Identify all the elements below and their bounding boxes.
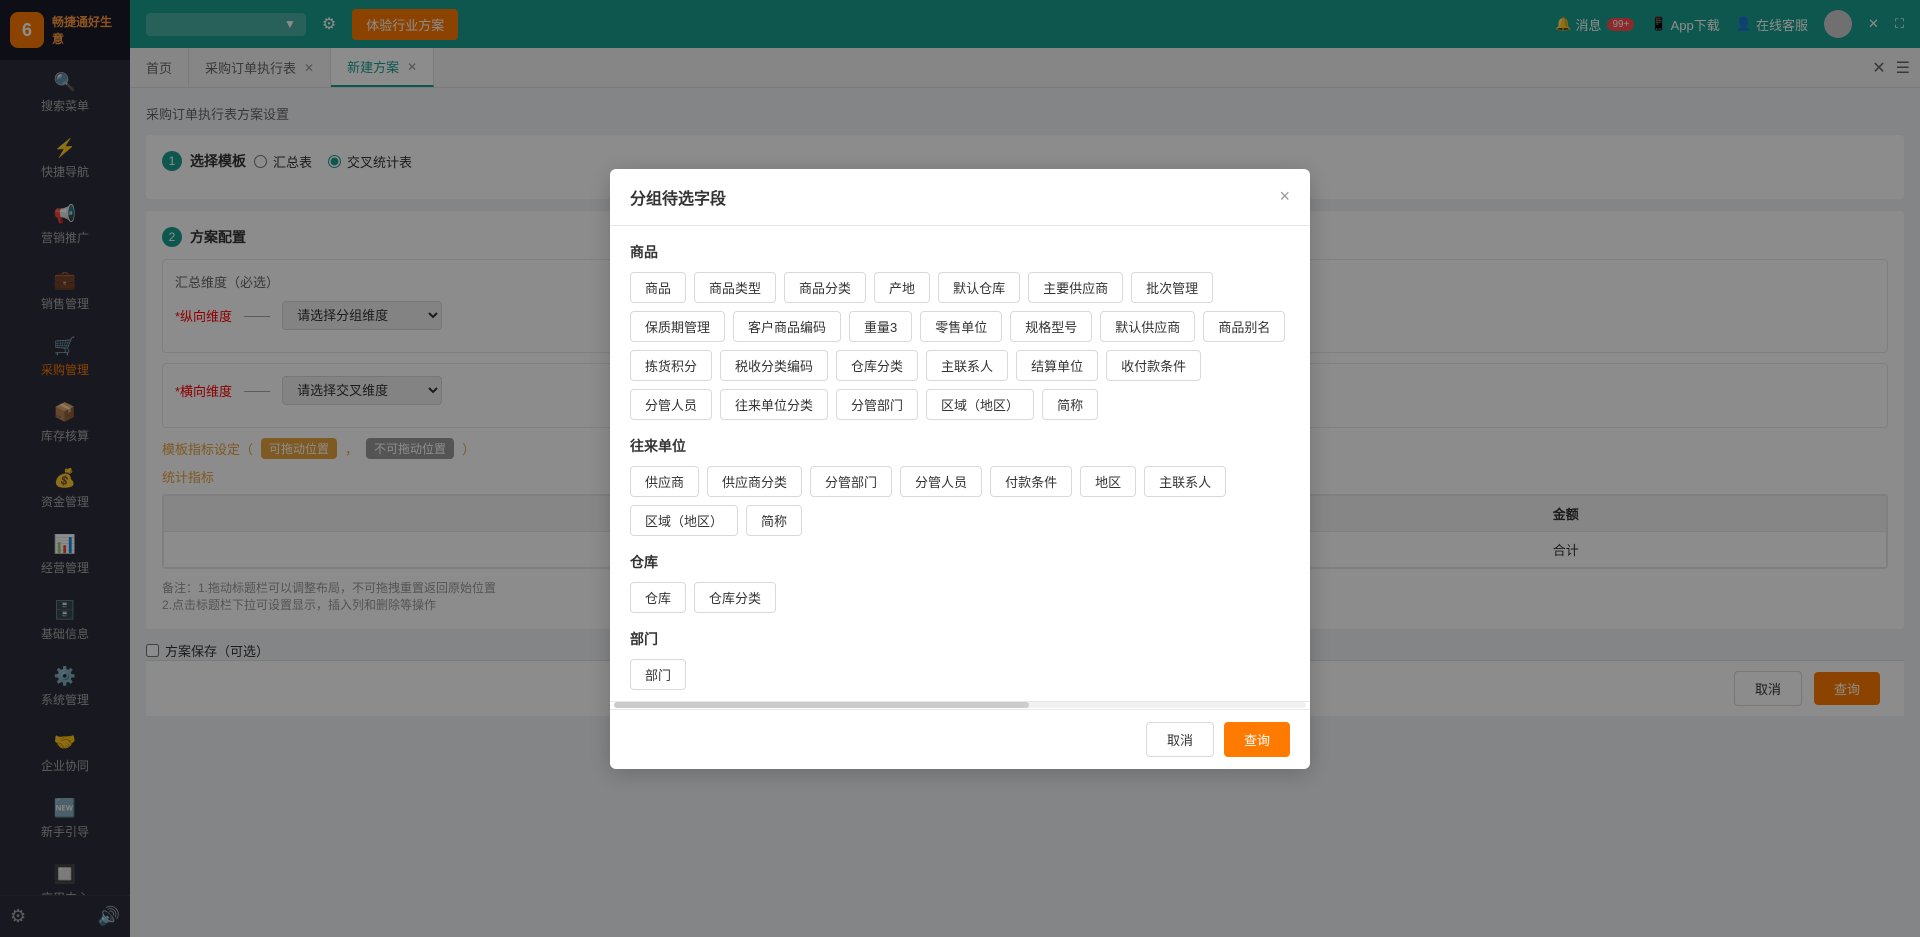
field-select-modal: 分组待选字段 × 商品 商品 商品类型 商品分类 产地 默认仓库 主要供应商 批…	[610, 169, 1310, 769]
field-tag-warehouse-category[interactable]: 仓库分类	[836, 350, 918, 381]
modal-title: 分组待选字段	[630, 185, 726, 209]
field-group-partner: 往来单位 供应商 供应商分类 分管部门 分管人员 付款条件 地区 主联系人 区域…	[630, 436, 1290, 536]
field-tag-tax-code[interactable]: 税收分类编码	[720, 350, 828, 381]
field-tag-default-supplier[interactable]: 默认供应商	[1100, 311, 1195, 342]
field-tag-spec-model[interactable]: 规格型号	[1010, 311, 1092, 342]
field-tag-payment-terms[interactable]: 收付款条件	[1106, 350, 1201, 381]
modal-hscroll[interactable]	[610, 701, 1310, 708]
field-tags-goods: 商品 商品类型 商品分类 产地 默认仓库 主要供应商 批次管理 保质期管理 客户…	[630, 272, 1290, 420]
modal-hscroll-thumb	[614, 702, 1029, 708]
field-group-warehouse: 仓库 仓库 仓库分类	[630, 552, 1290, 613]
field-tags-partner: 供应商 供应商分类 分管部门 分管人员 付款条件 地区 主联系人 区域（地区） …	[630, 466, 1290, 536]
field-tag-dept[interactable]: 分管部门	[836, 389, 918, 420]
modal-footer: 取消 查询	[610, 709, 1310, 769]
field-tag-warehouse-cat[interactable]: 仓库分类	[694, 582, 776, 613]
field-tag-retail-unit[interactable]: 零售单位	[920, 311, 1002, 342]
field-group-department-title: 部门	[630, 629, 1290, 649]
field-tag-area[interactable]: 地区	[1080, 466, 1136, 497]
field-tag-supplier[interactable]: 供应商	[630, 466, 699, 497]
field-group-partner-title: 往来单位	[630, 436, 1290, 456]
field-tag-partner-abbr[interactable]: 简称	[746, 505, 802, 536]
field-tag-pick-score[interactable]: 拣货积分	[630, 350, 712, 381]
field-tag-region[interactable]: 区域（地区）	[926, 389, 1034, 420]
field-tag-main-contact[interactable]: 主联系人	[926, 350, 1008, 381]
field-tags-department: 部门	[630, 659, 1290, 690]
field-tag-origin[interactable]: 产地	[874, 272, 930, 303]
field-tag-goods-alias[interactable]: 商品别名	[1203, 311, 1285, 342]
field-tag-customer-code[interactable]: 客户商品编码	[733, 311, 841, 342]
field-tag-goods[interactable]: 商品	[630, 272, 686, 303]
field-tag-partner-category[interactable]: 往来单位分类	[720, 389, 828, 420]
field-tag-weight3[interactable]: 重量3	[849, 311, 912, 342]
field-tag-payment-condition[interactable]: 付款条件	[990, 466, 1072, 497]
field-tag-supervisor[interactable]: 分管人员	[630, 389, 712, 420]
field-tag-goods-type[interactable]: 商品类型	[694, 272, 776, 303]
field-tag-batch-mgmt[interactable]: 批次管理	[1131, 272, 1213, 303]
field-tag-partner-region[interactable]: 区域（地区）	[630, 505, 738, 536]
field-tag-default-warehouse[interactable]: 默认仓库	[938, 272, 1020, 303]
modal-overlay[interactable]: 分组待选字段 × 商品 商品 商品类型 商品分类 产地 默认仓库 主要供应商 批…	[0, 0, 1920, 937]
field-tag-abbr[interactable]: 简称	[1042, 389, 1098, 420]
modal-confirm-btn[interactable]: 查询	[1224, 722, 1290, 757]
modal-close-btn[interactable]: ×	[1279, 186, 1290, 207]
field-tag-partner-dept[interactable]: 分管部门	[810, 466, 892, 497]
field-tag-partner-contact[interactable]: 主联系人	[1144, 466, 1226, 497]
modal-body: 商品 商品 商品类型 商品分类 产地 默认仓库 主要供应商 批次管理 保质期管理…	[610, 226, 1310, 702]
field-group-department: 部门 部门	[630, 629, 1290, 690]
field-tag-department[interactable]: 部门	[630, 659, 686, 690]
field-tag-supplier-category[interactable]: 供应商分类	[707, 466, 802, 497]
modal-hscroll-track	[614, 702, 1306, 708]
modal-header: 分组待选字段 ×	[610, 169, 1310, 226]
field-tag-expiry-mgmt[interactable]: 保质期管理	[630, 311, 725, 342]
field-tag-main-supplier[interactable]: 主要供应商	[1028, 272, 1123, 303]
field-tags-warehouse: 仓库 仓库分类	[630, 582, 1290, 613]
field-group-goods: 商品 商品 商品类型 商品分类 产地 默认仓库 主要供应商 批次管理 保质期管理…	[630, 242, 1290, 420]
field-tag-partner-person[interactable]: 分管人员	[900, 466, 982, 497]
field-group-goods-title: 商品	[630, 242, 1290, 262]
field-tag-settlement-unit[interactable]: 结算单位	[1016, 350, 1098, 381]
field-group-warehouse-title: 仓库	[630, 552, 1290, 572]
field-tag-goods-category[interactable]: 商品分类	[784, 272, 866, 303]
modal-cancel-btn[interactable]: 取消	[1146, 722, 1214, 757]
field-tag-warehouse[interactable]: 仓库	[630, 582, 686, 613]
